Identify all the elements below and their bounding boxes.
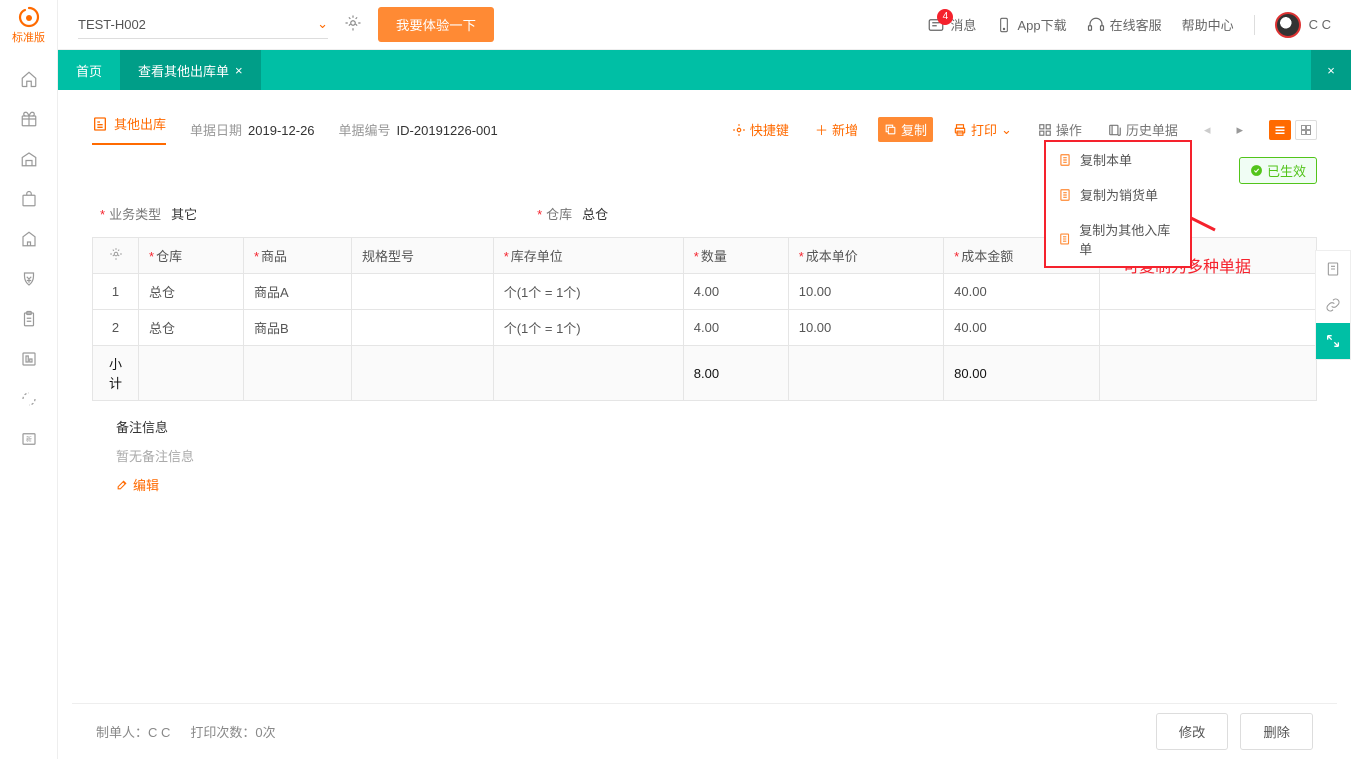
tab-current[interactable]: 查看其他出库单 ×: [120, 50, 261, 90]
nav-report-icon[interactable]: [0, 339, 57, 379]
add-button[interactable]: ＋新增: [809, 117, 864, 142]
document-toolbar: 其他出库 单据日期2019-12-26 单据编号ID-20191226-001 …: [72, 104, 1337, 145]
col-product: *商品: [243, 238, 351, 274]
settings-icon[interactable]: [344, 14, 362, 35]
chevron-down-icon: ⌄: [317, 16, 328, 32]
subtotal-amount: 80.00: [944, 346, 1099, 401]
copy-button[interactable]: 复制: [878, 117, 933, 142]
tab-home[interactable]: 首页: [58, 50, 120, 90]
col-spec: 规格型号: [352, 238, 494, 274]
modify-button[interactable]: 修改: [1156, 713, 1229, 750]
col-warehouse: *仓库: [139, 238, 244, 274]
next-button[interactable]: ▸: [1230, 119, 1249, 141]
subtotal-label: 小计: [93, 346, 139, 401]
link-icon[interactable]: [1316, 287, 1350, 323]
nav-home-icon[interactable]: [0, 59, 57, 99]
nav-bag-icon[interactable]: [0, 179, 57, 219]
copy-this-doc[interactable]: 复制本单: [1046, 142, 1190, 177]
subtotal-qty: 8.00: [683, 346, 788, 401]
footer-bar: 制单人：C C 打印次数：0次 修改 删除: [72, 703, 1337, 759]
note-icon[interactable]: [1316, 251, 1350, 287]
try-button[interactable]: 我要体验一下: [378, 7, 494, 42]
prev-button[interactable]: ◂: [1198, 119, 1217, 141]
nav-new-icon[interactable]: 新: [0, 419, 57, 459]
maker-info: 制单人：C C: [96, 722, 170, 741]
copy-as-inbound[interactable]: 复制为其他入库单: [1046, 212, 1190, 266]
copy-as-sales[interactable]: 复制为销货单: [1046, 177, 1190, 212]
operations-button[interactable]: 操作: [1032, 117, 1088, 142]
customer-service-button[interactable]: 在线客服: [1087, 15, 1162, 34]
nav-building-icon[interactable]: [0, 219, 57, 259]
status-badge: 已生效: [1239, 157, 1317, 184]
nav-clipboard-icon[interactable]: [0, 299, 57, 339]
nav-warehouse-icon[interactable]: [0, 139, 57, 179]
left-nav-rail: 标准版 新: [0, 0, 58, 759]
remarks-title: 备注信息: [116, 417, 1293, 436]
tab-strip: 首页 查看其他出库单 × ×: [58, 50, 1351, 90]
chevron-down-icon: ⌄: [1001, 122, 1012, 138]
nav-cycle-icon[interactable]: [0, 379, 57, 419]
col-cost: *成本单价: [788, 238, 943, 274]
edit-remarks-button[interactable]: 编辑: [116, 475, 1293, 494]
shortcut-button[interactable]: 快捷键: [726, 117, 795, 142]
table-row[interactable]: 1总仓商品A个(1个 = 1个)4.0010.0040.00: [93, 274, 1317, 310]
expand-icon[interactable]: [1316, 323, 1350, 359]
doc-date: 单据日期2019-12-26: [190, 120, 315, 139]
nav-money-icon[interactable]: [0, 259, 57, 299]
history-button[interactable]: 历史单据: [1102, 117, 1184, 142]
col-qty: *数量: [683, 238, 788, 274]
top-bar: TEST-H002 ⌄ 我要体验一下 消息 4 App下载 在线客服 帮助中心: [58, 0, 1351, 50]
brand-logo: 标准版: [12, 6, 45, 45]
close-all-tabs[interactable]: ×: [1311, 50, 1351, 90]
print-button[interactable]: 打印 ⌄: [947, 117, 1018, 142]
remarks-section: 备注信息 暂无备注信息 编辑: [92, 401, 1317, 510]
doc-type-tab[interactable]: 其他出库: [92, 114, 166, 145]
copy-dropdown: 复制本单 复制为销货单 复制为其他入库单: [1044, 140, 1192, 268]
right-side-rail: [1315, 250, 1351, 360]
col-unit: *库存单位: [493, 238, 683, 274]
view-grid-icon[interactable]: [1295, 120, 1317, 140]
delete-button[interactable]: 删除: [1240, 713, 1313, 750]
help-button[interactable]: 帮助中心: [1182, 15, 1234, 34]
col-gear[interactable]: [93, 238, 139, 274]
app-download-button[interactable]: App下载: [996, 15, 1066, 34]
nav-gift-icon[interactable]: [0, 99, 57, 139]
doc-number: 单据编号ID-20191226-001: [339, 120, 498, 139]
messages-button[interactable]: 消息 4: [927, 15, 976, 34]
user-avatar[interactable]: [1275, 12, 1301, 38]
table-row[interactable]: 2总仓商品B个(1个 = 1个)4.0010.0040.00: [93, 310, 1317, 346]
remarks-empty: 暂无备注信息: [116, 446, 1293, 465]
close-icon[interactable]: ×: [235, 63, 243, 78]
print-count-info: 打印次数：0次: [190, 722, 275, 741]
svg-text:新: 新: [25, 435, 31, 443]
tenant-select[interactable]: TEST-H002 ⌄: [78, 10, 328, 39]
user-name: C C: [1309, 17, 1331, 32]
view-list-icon[interactable]: [1269, 120, 1291, 140]
